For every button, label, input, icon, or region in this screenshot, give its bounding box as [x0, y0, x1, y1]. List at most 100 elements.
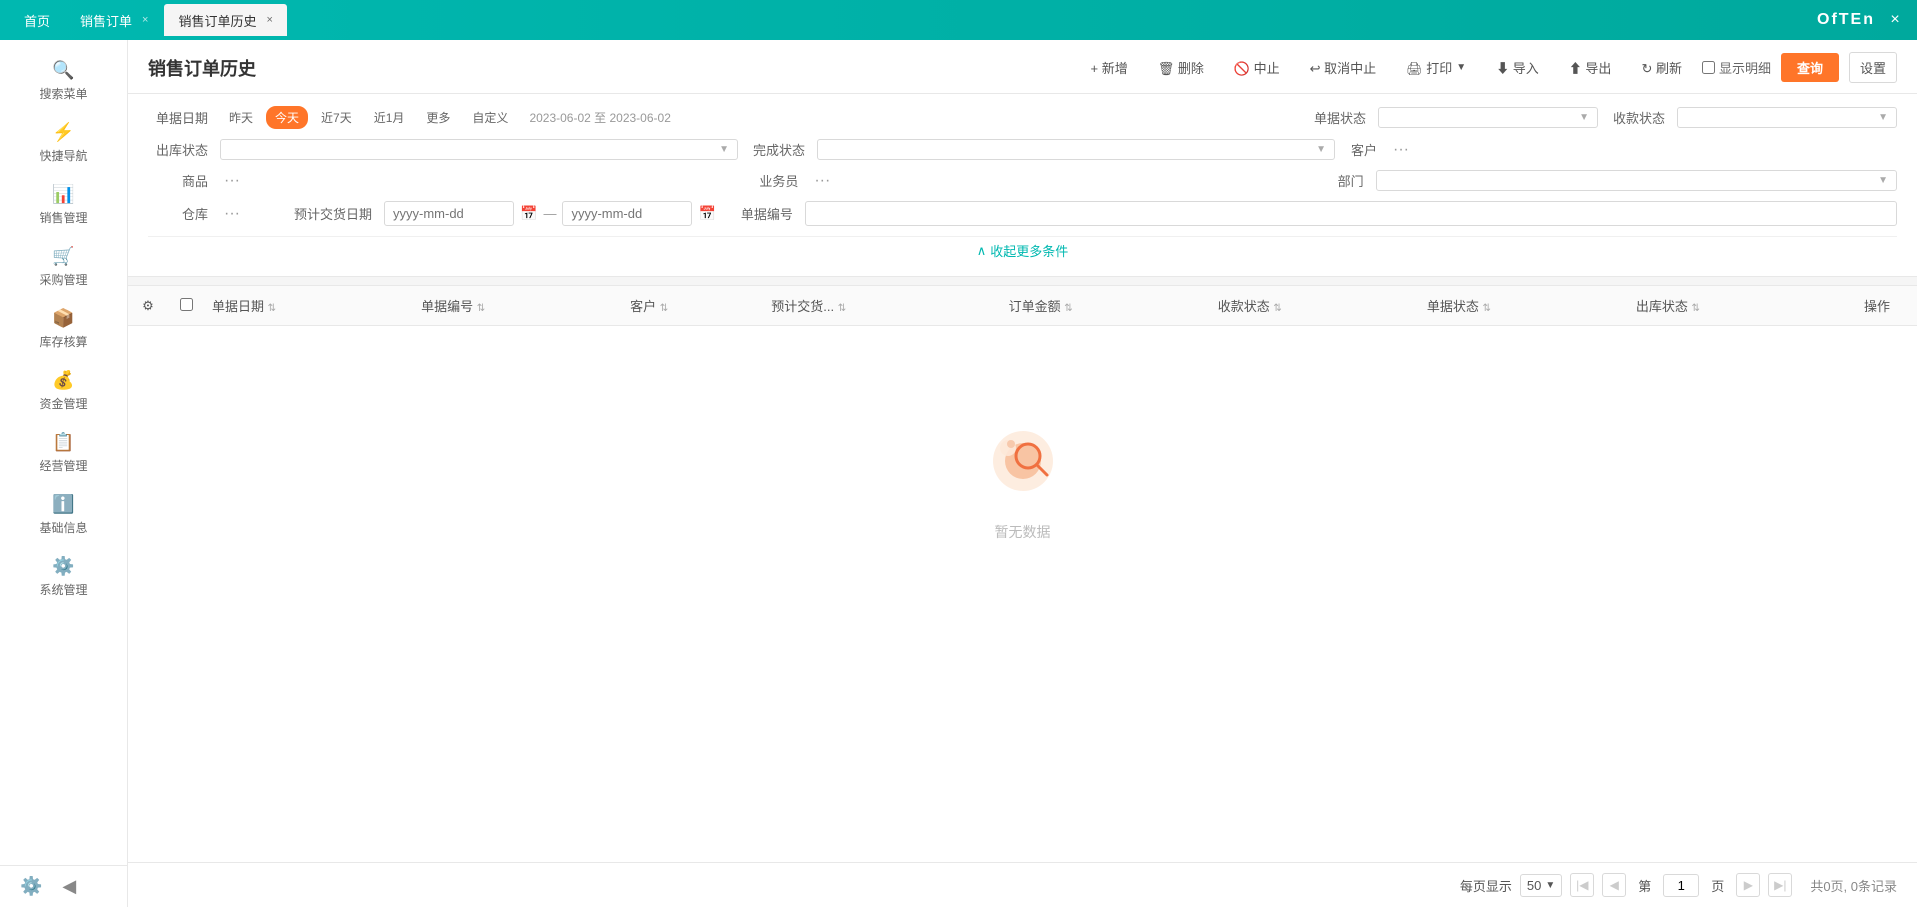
- complete-status-select[interactable]: ▼: [817, 139, 1335, 160]
- col-receipt-status[interactable]: 收款状态 ⇅: [1210, 286, 1419, 326]
- doc-status-select[interactable]: ▼: [1378, 107, 1598, 128]
- export-button[interactable]: ⬆ 导出: [1559, 53, 1622, 82]
- date-range-display: 2023-06-02 至 2023-06-02: [529, 109, 670, 126]
- col-order-amount[interactable]: 订单金额 ⇅: [1001, 286, 1210, 326]
- sidebar-item-purchase-mgmt[interactable]: 🛒 采购管理: [0, 236, 127, 298]
- col-customer[interactable]: 客户 ⇅: [622, 286, 763, 326]
- date-shortcut-custom[interactable]: 自定义: [463, 106, 517, 129]
- first-page-button[interactable]: |◀: [1570, 873, 1594, 897]
- page-label-before: 第: [1638, 876, 1651, 895]
- refresh-button[interactable]: ↻ 刷新: [1631, 53, 1692, 82]
- prev-page-button[interactable]: ◀: [1602, 873, 1626, 897]
- warehouse-select-dots[interactable]: ···: [220, 205, 280, 223]
- cancel-stop-button[interactable]: ↩ 取消中止: [1300, 53, 1387, 82]
- page-number-input[interactable]: [1663, 874, 1699, 897]
- settings-button[interactable]: 设置: [1849, 52, 1897, 83]
- sidebar-item-basic-info[interactable]: ℹ️ 基础信息: [0, 484, 127, 546]
- print-button[interactable]: 🖨 打印 ▼: [1396, 53, 1476, 82]
- department-select[interactable]: ▼: [1376, 170, 1897, 191]
- sidebar-item-inventory-calc-label: 库存核算: [39, 333, 87, 350]
- tab-sales-order-close[interactable]: ×: [142, 14, 148, 26]
- tab-sales-order-history-close[interactable]: ×: [266, 14, 272, 26]
- col-order-amount-label: 订单金额: [1009, 299, 1061, 314]
- page-size-label: 每页显示: [1460, 876, 1512, 895]
- date-shortcut-today[interactable]: 今天: [266, 106, 308, 129]
- page-title: 销售订单历史: [148, 55, 256, 81]
- clipboard-icon: 📋: [52, 432, 74, 453]
- last-page-button[interactable]: ▶|: [1768, 873, 1792, 897]
- customer-label: 客户: [1347, 140, 1377, 159]
- col-expected-date[interactable]: 预计交货... ⇅: [763, 286, 1000, 326]
- select-all-checkbox[interactable]: [180, 298, 193, 311]
- collapse-sidebar-icon[interactable]: ◀: [62, 876, 76, 897]
- expected-date-end-input[interactable]: [562, 201, 692, 226]
- doc-number-input[interactable]: [805, 201, 1897, 226]
- stop-button[interactable]: 🚫 中止: [1224, 53, 1290, 82]
- calendar-start-icon[interactable]: 📅: [520, 205, 537, 222]
- page-size-value: 50: [1527, 878, 1541, 893]
- warehouse-status-label: 出库状态: [148, 140, 208, 159]
- display-detail-label: 显示明细: [1719, 58, 1771, 77]
- tab-sales-order[interactable]: 销售订单 ×: [66, 4, 162, 36]
- col-doc-date[interactable]: 单据日期 ⇅: [204, 286, 413, 326]
- filter-date-shortcuts: 昨天 今天 近7天 近1月 更多 自定义 2023-06-02 至 2023-0…: [220, 106, 1299, 129]
- print-dropdown-icon[interactable]: ▼: [1456, 62, 1466, 73]
- col-doc-status[interactable]: 单据状态 ⇅: [1419, 286, 1628, 326]
- display-detail-checkbox[interactable]: [1702, 61, 1715, 74]
- main-content: 销售订单历史 + 新增 🗑 删除 🚫 中止 ↩ 取消中止 �: [128, 40, 1917, 907]
- import-button[interactable]: ⬇ 导入: [1486, 53, 1549, 82]
- sidebar-item-purchase-mgmt-label: 采购管理: [39, 271, 87, 288]
- total-text: 共0页, 0条记录: [1810, 876, 1897, 895]
- new-button[interactable]: + 新增: [1080, 53, 1137, 82]
- col-settings[interactable]: ⚙: [128, 286, 168, 326]
- sidebar-item-fund-mgmt-label: 资金管理: [39, 395, 87, 412]
- sidebar-item-quick-nav[interactable]: ⚡ 快捷导航: [0, 112, 127, 174]
- sidebar-item-business-mgmt[interactable]: 📋 经营管理: [0, 422, 127, 484]
- info-icon: ℹ️: [52, 494, 74, 515]
- top-bar-right: OfTEn ×: [1807, 8, 1907, 32]
- sidebar-item-inventory-calc[interactable]: 📦 库存核算: [0, 298, 127, 360]
- import-button-label: ⬇ 导入: [1496, 58, 1539, 77]
- sidebar-item-sales-mgmt[interactable]: 📊 销售管理: [0, 174, 127, 236]
- settings-bottom-icon[interactable]: ⚙️: [20, 876, 42, 897]
- goods-select-dots[interactable]: ···: [220, 172, 731, 190]
- expected-date-start-input[interactable]: [384, 201, 514, 226]
- receipt-status-label: 收款状态: [1610, 108, 1665, 127]
- calendar-end-icon[interactable]: 📅: [698, 205, 715, 222]
- date-shortcuts-group: 昨天 今天 近7天 近1月 更多 自定义: [220, 106, 517, 129]
- data-table: ⚙ 单据日期 ⇅ 单据编号 ⇅ 客户: [128, 285, 1917, 622]
- delete-button[interactable]: 🗑 删除: [1148, 53, 1214, 82]
- filter-row-1: 单据日期 昨天 今天 近7天 近1月 更多 自定义 2023-06-02 至 2…: [148, 106, 1897, 129]
- sidebar-bottom: ⚙️ ◀: [0, 865, 127, 907]
- page-size-select[interactable]: 50 ▼: [1520, 874, 1562, 897]
- warehouse-status-select[interactable]: ▼: [220, 139, 738, 160]
- col-warehouse-status[interactable]: 出库状态 ⇅: [1628, 286, 1837, 326]
- date-dash: —: [543, 206, 556, 221]
- date-shortcut-7days[interactable]: 近7天: [312, 106, 361, 129]
- window-close-button[interactable]: ×: [1883, 8, 1907, 32]
- sidebar: 🔍 搜索菜单 ⚡ 快捷导航 📊 销售管理 🛒 采购管理 📦 库存核算 💰 资金管…: [0, 40, 128, 907]
- collapse-row[interactable]: ∧ 收起更多条件: [148, 236, 1897, 264]
- sidebar-item-system-mgmt[interactable]: ⚙️ 系统管理: [0, 546, 127, 608]
- chart-icon: 📊: [52, 184, 74, 205]
- tab-home[interactable]: 首页: [10, 4, 64, 36]
- date-shortcut-yesterday[interactable]: 昨天: [220, 106, 262, 129]
- col-doc-number[interactable]: 单据编号 ⇅: [413, 286, 622, 326]
- salesperson-select-dots[interactable]: ···: [810, 172, 1321, 190]
- customer-select-dots[interactable]: ···: [1389, 141, 1897, 159]
- sidebar-item-fund-mgmt[interactable]: 💰 资金管理: [0, 360, 127, 422]
- warehouse-label: 仓库: [148, 204, 208, 223]
- date-shortcut-more[interactable]: 更多: [417, 106, 459, 129]
- tab-sales-order-history[interactable]: 销售订单历史 ×: [164, 4, 286, 36]
- receipt-status-select[interactable]: ▼: [1677, 107, 1897, 128]
- date-shortcut-1month[interactable]: 近1月: [365, 106, 414, 129]
- filter-row-3: 商品 ··· 业务员 ··· 部门 ▼: [148, 170, 1897, 191]
- sidebar-item-search-menu[interactable]: 🔍 搜索菜单: [0, 50, 127, 112]
- settings-button-label: 设置: [1860, 58, 1886, 77]
- new-button-label: + 新增: [1090, 58, 1127, 77]
- sort-customer-icon: ⇅: [660, 303, 668, 314]
- complete-status-label: 完成状态: [750, 140, 805, 159]
- next-page-button[interactable]: ▶: [1736, 873, 1760, 897]
- query-button[interactable]: 查询: [1781, 53, 1839, 82]
- sort-order-amount-icon: ⇅: [1064, 303, 1072, 314]
